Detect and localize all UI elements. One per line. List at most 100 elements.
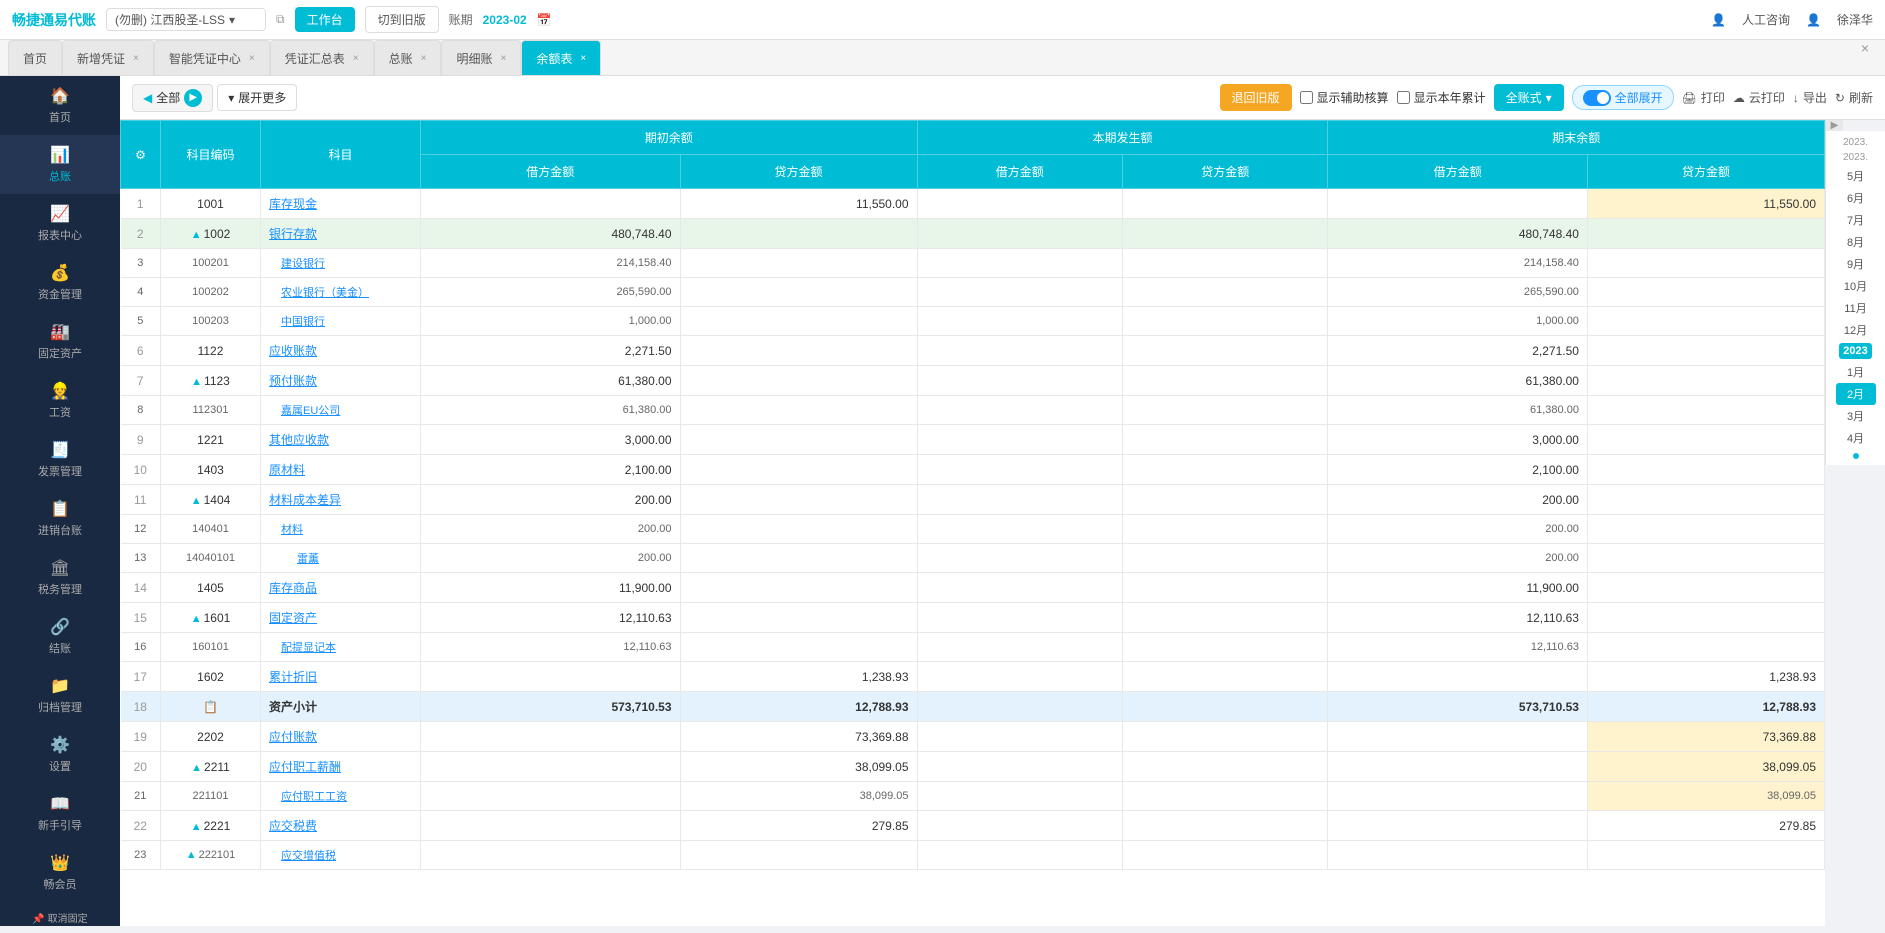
month-2[interactable]: 2月 (1836, 383, 1876, 405)
refresh-button[interactable]: ↻ 刷新 (1835, 89, 1873, 106)
tab-balance-close[interactable]: × (580, 53, 586, 64)
row-name[interactable]: 固定资产 (261, 603, 421, 633)
sidebar-item-purchase[interactable]: 📋 进销台账 (0, 489, 120, 548)
sidebar-item-reports[interactable]: 📈 报表中心 (0, 194, 120, 253)
sidebar-item-home[interactable]: 🏠 首页 (0, 76, 120, 135)
row-num: 23 (121, 841, 161, 870)
row-name[interactable]: 预付账款 (261, 366, 421, 396)
sidebar-item-guide[interactable]: 📖 新手引导 (0, 784, 120, 843)
row-name[interactable]: 应交增值税 (261, 841, 421, 870)
th-config[interactable]: ⚙ (121, 121, 161, 189)
aux-account-checkbox[interactable] (1300, 91, 1313, 104)
row-num: 20 (121, 752, 161, 782)
row-name[interactable]: 原材料 (261, 455, 421, 485)
sidebar-item-settings[interactable]: ⚙️ 设置 (0, 725, 120, 784)
company-selector[interactable]: (勿删) 江西股圣-LSS ▾ (106, 8, 266, 31)
month-5[interactable]: 5月 (1836, 165, 1876, 187)
expand-all-toggle[interactable]: 全部展开 (1572, 85, 1674, 110)
sidebar-item-archive[interactable]: 📁 归档管理 (0, 666, 120, 725)
row-name[interactable]: 应付职工薪酬 (261, 752, 421, 782)
tab-voucher-summary[interactable]: 凭证汇总表 × (270, 40, 374, 75)
row-name[interactable]: 累计折旧 (261, 662, 421, 692)
row-name[interactable]: 银行存款 (261, 219, 421, 249)
row-name[interactable]: 材料 (261, 515, 421, 544)
row-name[interactable]: 雷薰 (261, 544, 421, 573)
year-2023-current[interactable]: 2023 (1839, 343, 1871, 359)
row-name[interactable]: 应交税费 (261, 811, 421, 841)
sidebar-pin-bottom[interactable]: 📌 取消固定 (0, 902, 120, 933)
row-name[interactable]: 库存商品 (261, 573, 421, 603)
row-name[interactable]: 库存现金 (261, 189, 421, 219)
expand-more-btn[interactable]: ▾ 展开更多 (217, 84, 297, 111)
row-name[interactable]: 应付职工工资 (261, 782, 421, 811)
sidebar-item-close[interactable]: 🔗 结账 (0, 607, 120, 666)
month-3[interactable]: 3月 (1836, 405, 1876, 427)
sidebar-item-member[interactable]: 👑 畅会员 (0, 843, 120, 902)
row-name[interactable]: 农业银行（美金） (261, 278, 421, 307)
month-8[interactable]: 8月 (1836, 231, 1876, 253)
row-name[interactable]: 中国银行 (261, 307, 421, 336)
all-filter-btn[interactable]: ◀ 全部 ▶ (132, 84, 213, 112)
row-num: 8 (121, 396, 161, 425)
tab-add-voucher-close[interactable]: × (133, 53, 139, 64)
month-4[interactable]: 4月 (1836, 427, 1876, 449)
row-start-debit: 1,000.00 (421, 307, 681, 336)
tab-smart-voucher-close[interactable]: × (249, 53, 255, 64)
row-name[interactable]: 应收账款 (261, 336, 421, 366)
sidebar-item-salary[interactable]: 👷 工资 (0, 371, 120, 430)
ytd-checkbox-group[interactable]: 显示本年累计 (1397, 89, 1486, 106)
return-old-version-button[interactable]: 退回旧版 (1220, 84, 1292, 111)
row-name[interactable]: 嘉属EU公司 (261, 396, 421, 425)
month-12[interactable]: 12月 (1836, 319, 1876, 341)
row-name[interactable]: 其他应收款 (261, 425, 421, 455)
cloud-print-button[interactable]: ☁ 云打印 (1733, 89, 1785, 106)
tab-ledger-close[interactable]: × (421, 53, 427, 64)
aux-account-checkbox-group[interactable]: 显示辅助核算 (1300, 89, 1389, 106)
tab-bar-close[interactable]: × (1853, 40, 1877, 75)
row-name[interactable]: 建设银行 (261, 249, 421, 278)
workbench-button[interactable]: 工作台 (295, 7, 355, 32)
row-start-debit: 61,380.00 (421, 366, 681, 396)
month-10[interactable]: 10月 (1836, 275, 1876, 297)
tab-home[interactable]: 首页 (8, 40, 62, 75)
month-7[interactable]: 7月 (1836, 209, 1876, 231)
row-name[interactable]: 配提显记本 (261, 633, 421, 662)
table-row: 7 ▲1123 预付账款 61,380.00 61,380.00 (121, 366, 1825, 396)
row-num: 3 (121, 249, 161, 278)
month-1[interactable]: 1月 (1836, 361, 1876, 383)
collapse-panel-btn[interactable]: ▶ (1825, 120, 1843, 131)
sidebar-item-funds[interactable]: 💰 资金管理 (0, 253, 120, 312)
ytd-checkbox[interactable] (1397, 91, 1410, 104)
tab-smart-voucher[interactable]: 智能凭证中心 × (154, 40, 270, 75)
row-num: 22 (121, 811, 161, 841)
month-11[interactable]: 11月 (1836, 297, 1876, 319)
row-cur-credit (1122, 573, 1327, 603)
tab-balance[interactable]: 余额表 × (521, 40, 601, 75)
username[interactable]: 徐泽华 (1837, 11, 1873, 28)
format-button[interactable]: 全账式 ▾ (1494, 84, 1564, 111)
consult-label[interactable]: 人工咨询 (1742, 11, 1790, 28)
print-button[interactable]: 🖨 打印 (1682, 89, 1725, 106)
row-cur-credit (1122, 219, 1327, 249)
sidebar-item-ledger[interactable]: 📊 总账 (0, 135, 120, 194)
purchase-icon: 📋 (50, 499, 70, 519)
tab-add-voucher[interactable]: 新增凭证 × (62, 40, 154, 75)
tab-voucher-summary-close[interactable]: × (353, 53, 359, 64)
row-name[interactable]: 材料成本差异 (261, 485, 421, 515)
tab-detail[interactable]: 明细账 × (441, 40, 521, 75)
switch-button[interactable]: 切到旧版 (365, 6, 439, 33)
row-name[interactable]: 应付账款 (261, 722, 421, 752)
sidebar-item-invoice[interactable]: 🧾 发票管理 (0, 430, 120, 489)
calendar-icon[interactable]: 📅 (537, 13, 552, 27)
sidebar-item-tax[interactable]: 🏛 税务管理 (0, 548, 120, 607)
tab-ledger[interactable]: 总账 × (374, 40, 442, 75)
month-6[interactable]: 6月 (1836, 187, 1876, 209)
copy-icon[interactable]: ⧉ (276, 12, 285, 27)
row-code: 100202 (161, 278, 261, 307)
export-button[interactable]: ↓ 导出 (1793, 89, 1827, 106)
month-9[interactable]: 9月 (1836, 253, 1876, 275)
tab-detail-close[interactable]: × (500, 53, 506, 64)
sidebar-item-assets[interactable]: 🏭 固定资产 (0, 312, 120, 371)
ledger-icon: 📊 (50, 145, 70, 165)
table-container[interactable]: ⚙ 科目编码 科目 期初余额 本期发生额 期末余额 借方金额 贷方金额 借方金额… (120, 120, 1825, 926)
